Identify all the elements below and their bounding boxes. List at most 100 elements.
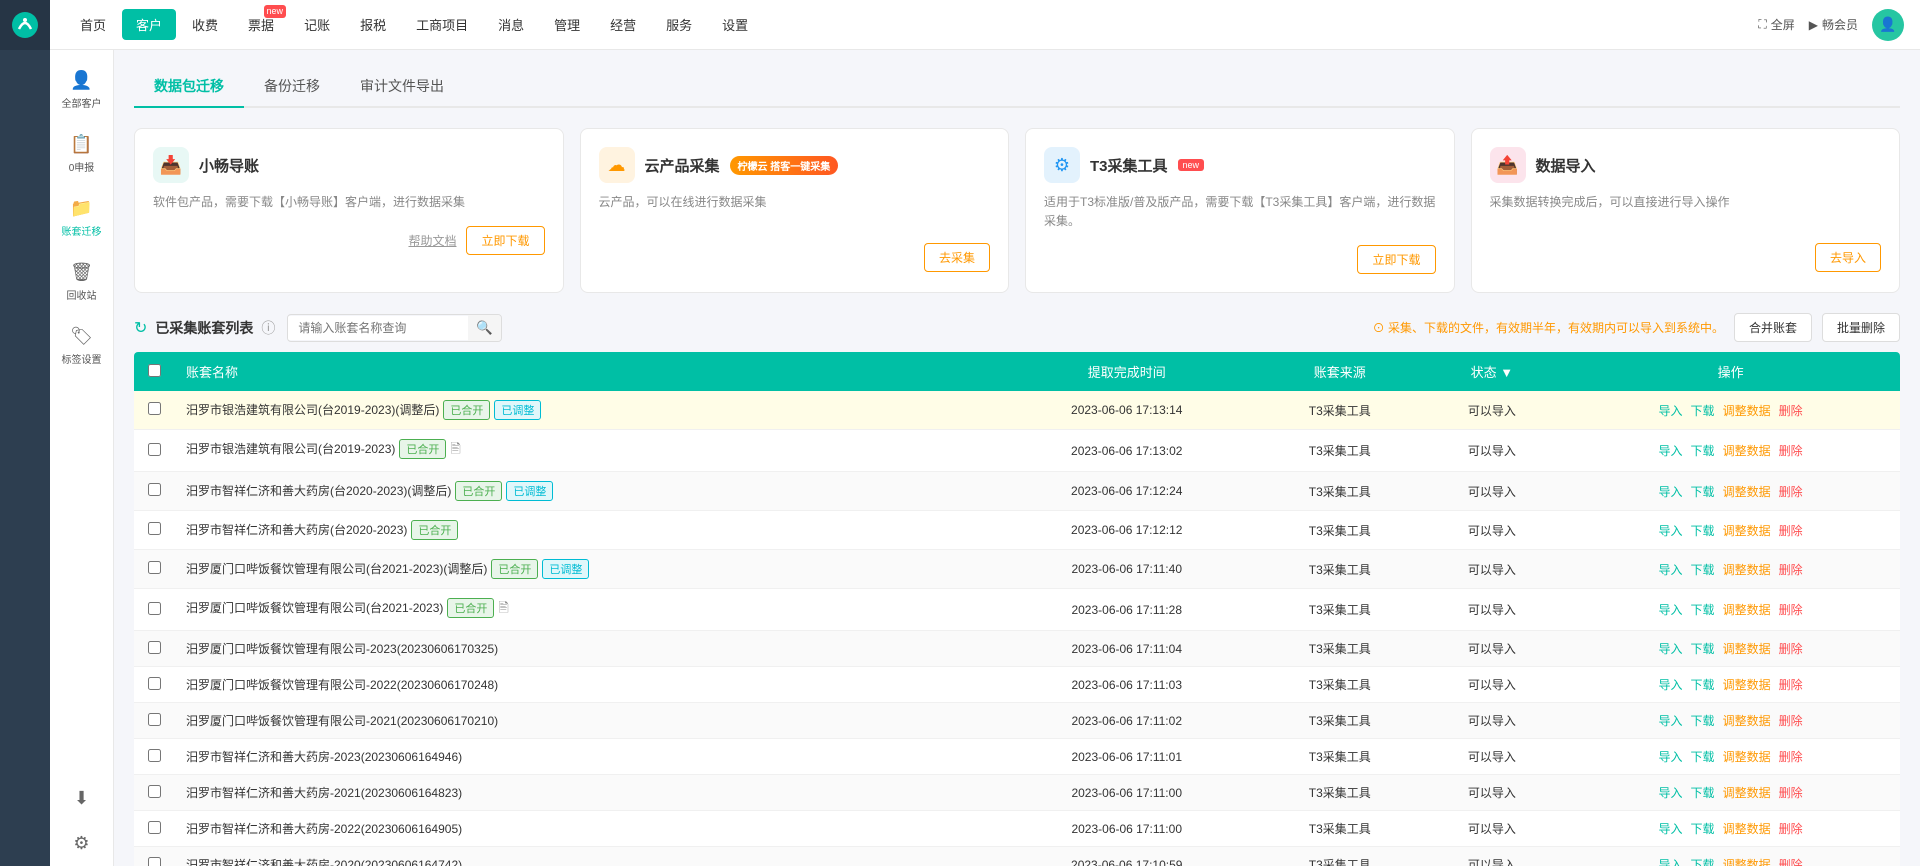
action-download[interactable]: 下载 — [1691, 444, 1715, 458]
action-import[interactable]: 导入 — [1659, 750, 1683, 764]
action-import[interactable]: 导入 — [1659, 404, 1683, 418]
refresh-icon[interactable]: ↻ — [134, 318, 147, 338]
action-download[interactable]: 下载 — [1691, 858, 1715, 866]
tab-data-migration[interactable]: 数据包迁移 — [134, 66, 244, 108]
left-nav-item-declaration[interactable]: 📋 0申报 — [50, 122, 113, 186]
fullscreen-btn[interactable]: ⛶ 全屏 — [1758, 16, 1794, 33]
nav-item-message[interactable]: 消息 — [484, 9, 538, 40]
search-input[interactable] — [288, 316, 468, 340]
left-nav-item-recycle[interactable]: 🗑 回收站 — [50, 250, 113, 314]
left-nav-item-tags[interactable]: 🏷 标签设置 — [50, 314, 113, 378]
row-checkbox[interactable] — [148, 749, 161, 762]
action-download[interactable]: 下载 — [1691, 786, 1715, 800]
row-checkbox[interactable] — [148, 677, 161, 690]
action-download[interactable]: 下载 — [1691, 524, 1715, 538]
nav-item-tax[interactable]: 报税 — [346, 9, 400, 40]
nav-item-service[interactable]: 服务 — [652, 9, 706, 40]
action-delete[interactable]: 删除 — [1779, 563, 1803, 577]
action-import[interactable]: 导入 — [1659, 642, 1683, 656]
action-adjust[interactable]: 调整数据 — [1723, 404, 1771, 418]
left-nav-item-customers[interactable]: 👤 全部客户 — [50, 58, 113, 122]
action-delete[interactable]: 删除 — [1779, 603, 1803, 617]
action-import[interactable]: 导入 — [1659, 444, 1683, 458]
action-download[interactable]: 下载 — [1691, 485, 1715, 499]
action-import[interactable]: 导入 — [1659, 714, 1683, 728]
dataimport-goto-btn[interactable]: 去导入 — [1815, 243, 1881, 272]
nav-item-settings[interactable]: 设置 — [708, 9, 762, 40]
action-delete[interactable]: 删除 — [1779, 786, 1803, 800]
action-adjust[interactable]: 调整数据 — [1723, 750, 1771, 764]
action-import[interactable]: 导入 — [1659, 485, 1683, 499]
action-import[interactable]: 导入 — [1659, 603, 1683, 617]
action-download[interactable]: 下载 — [1691, 642, 1715, 656]
action-adjust[interactable]: 调整数据 — [1723, 642, 1771, 656]
action-download[interactable]: 下载 — [1691, 404, 1715, 418]
action-delete[interactable]: 删除 — [1779, 858, 1803, 866]
action-delete[interactable]: 删除 — [1779, 444, 1803, 458]
action-import[interactable]: 导入 — [1659, 822, 1683, 836]
action-adjust[interactable]: 调整数据 — [1723, 603, 1771, 617]
action-delete[interactable]: 删除 — [1779, 524, 1803, 538]
action-delete[interactable]: 删除 — [1779, 642, 1803, 656]
action-delete[interactable]: 删除 — [1779, 714, 1803, 728]
nav-item-fee[interactable]: 收费 — [178, 9, 232, 40]
action-adjust[interactable]: 调整数据 — [1723, 678, 1771, 692]
merge-btn[interactable]: 合并账套 — [1734, 313, 1812, 342]
action-delete[interactable]: 删除 — [1779, 822, 1803, 836]
batch-delete-btn[interactable]: 批量删除 — [1822, 313, 1900, 342]
vip-btn[interactable]: ▶ 畅会员 — [1809, 16, 1858, 33]
nav-item-bookkeeping[interactable]: 记账 — [290, 9, 344, 40]
tab-audit-export[interactable]: 审计文件导出 — [340, 66, 464, 108]
nav-item-business[interactable]: 工商项目 — [402, 9, 482, 40]
action-delete[interactable]: 删除 — [1779, 404, 1803, 418]
row-checkbox[interactable] — [148, 821, 161, 834]
action-delete[interactable]: 删除 — [1779, 485, 1803, 499]
action-download[interactable]: 下载 — [1691, 678, 1715, 692]
action-download[interactable]: 下载 — [1691, 822, 1715, 836]
row-checkbox[interactable] — [148, 602, 161, 615]
row-checkbox[interactable] — [148, 402, 161, 415]
action-adjust[interactable]: 调整数据 — [1723, 485, 1771, 499]
tab-backup-migration[interactable]: 备份迁移 — [244, 66, 340, 108]
action-adjust[interactable]: 调整数据 — [1723, 822, 1771, 836]
nav-item-home[interactable]: 首页 — [66, 9, 120, 40]
table-info-icon[interactable]: ⓘ — [261, 318, 275, 338]
yuncp-collect-btn[interactable]: 去采集 — [924, 243, 990, 272]
action-import[interactable]: 导入 — [1659, 524, 1683, 538]
row-checkbox[interactable] — [148, 561, 161, 574]
xiaochang-help-link[interactable]: 帮助文档 — [408, 232, 456, 249]
action-import[interactable]: 导入 — [1659, 858, 1683, 866]
avatar[interactable]: 👤 — [1872, 9, 1904, 41]
row-checkbox[interactable] — [148, 857, 161, 866]
nav-item-invoice[interactable]: 票据new — [234, 9, 288, 40]
action-delete[interactable]: 删除 — [1779, 750, 1803, 764]
row-checkbox[interactable] — [148, 522, 161, 535]
action-delete[interactable]: 删除 — [1779, 678, 1803, 692]
action-download[interactable]: 下载 — [1691, 603, 1715, 617]
t3-download-btn[interactable]: 立即下载 — [1357, 245, 1435, 274]
action-download[interactable]: 下载 — [1691, 714, 1715, 728]
left-nav-item-migration[interactable]: 📁 账套迁移 — [50, 186, 113, 250]
action-adjust[interactable]: 调整数据 — [1723, 524, 1771, 538]
action-import[interactable]: 导入 — [1659, 786, 1683, 800]
col-status[interactable]: 状态 ▼ — [1423, 352, 1562, 391]
nav-item-customer[interactable]: 客户 — [122, 9, 176, 40]
row-checkbox[interactable] — [148, 483, 161, 496]
row-checkbox[interactable] — [148, 443, 161, 456]
action-adjust[interactable]: 调整数据 — [1723, 786, 1771, 800]
action-adjust[interactable]: 调整数据 — [1723, 714, 1771, 728]
left-nav-download[interactable]: ⬇ — [50, 776, 113, 821]
left-nav-user-settings[interactable]: ⚙ — [50, 821, 113, 866]
row-checkbox[interactable] — [148, 785, 161, 798]
action-download[interactable]: 下载 — [1691, 563, 1715, 577]
action-adjust[interactable]: 调整数据 — [1723, 444, 1771, 458]
nav-item-manage[interactable]: 管理 — [540, 9, 594, 40]
action-download[interactable]: 下载 — [1691, 750, 1715, 764]
action-adjust[interactable]: 调整数据 — [1723, 858, 1771, 866]
app-logo[interactable] — [0, 0, 50, 50]
action-import[interactable]: 导入 — [1659, 563, 1683, 577]
row-checkbox[interactable] — [148, 713, 161, 726]
xiaochang-download-btn[interactable]: 立即下载 — [466, 226, 544, 255]
action-adjust[interactable]: 调整数据 — [1723, 563, 1771, 577]
row-checkbox[interactable] — [148, 641, 161, 654]
